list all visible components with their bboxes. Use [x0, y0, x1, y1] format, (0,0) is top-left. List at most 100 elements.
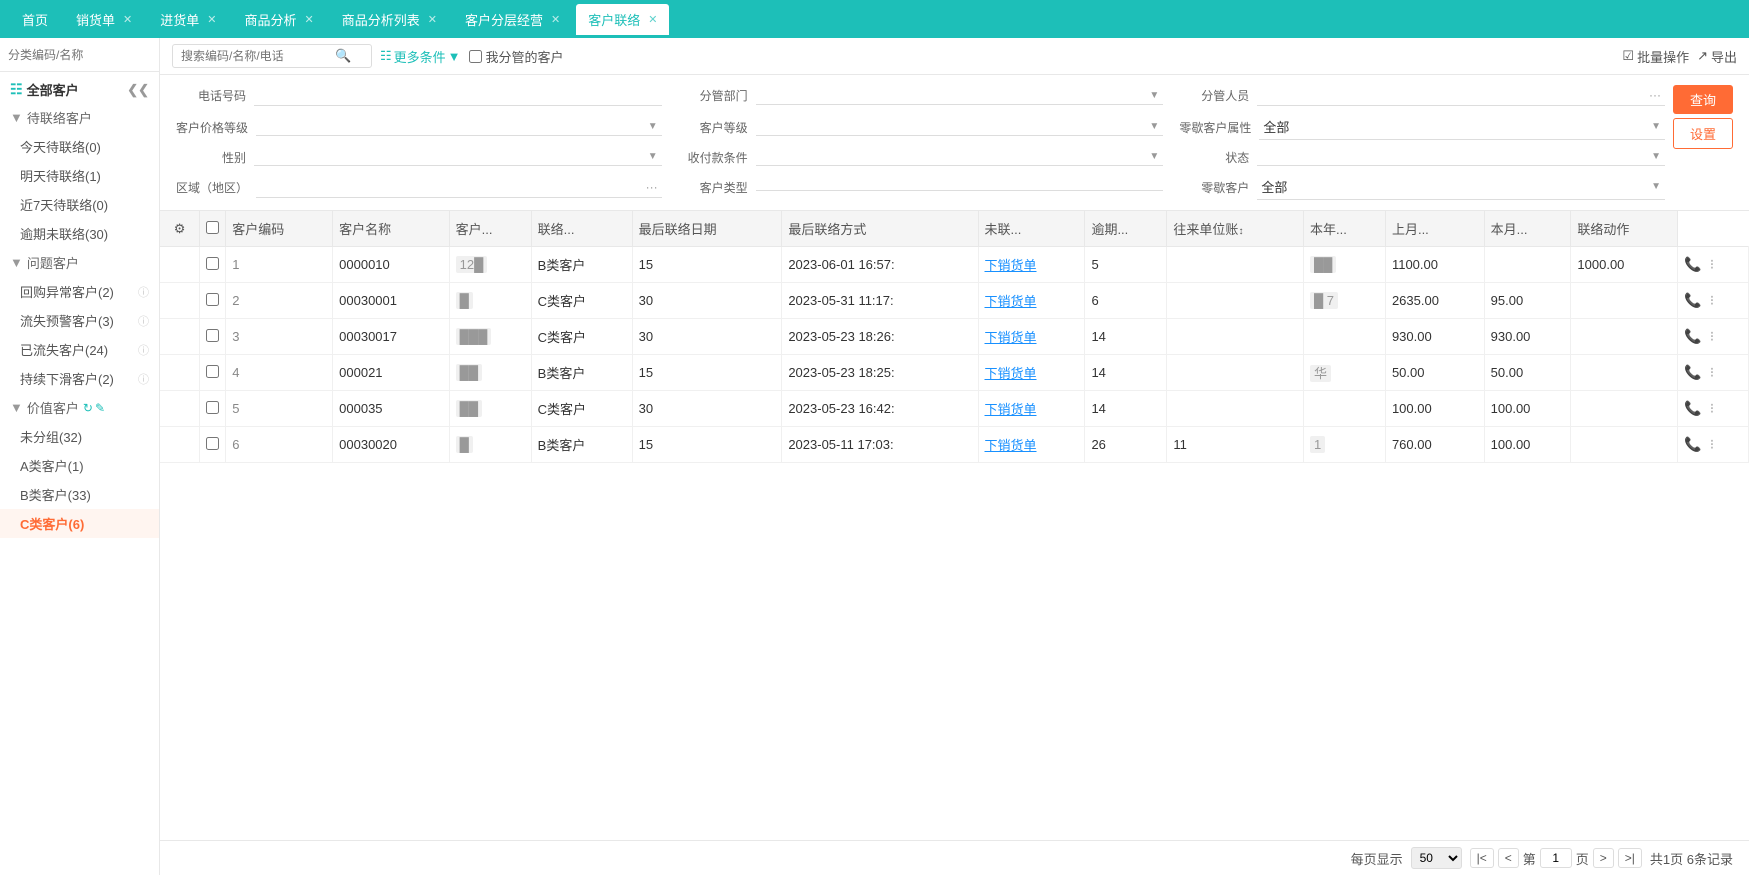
row-unlink-days: 14 — [1085, 319, 1167, 355]
sidebar-item-7days[interactable]: 近7天待联络(0) — [0, 190, 159, 219]
row-check[interactable] — [206, 437, 219, 450]
sidebar-item-overdue[interactable]: 逾期未联络(30) — [0, 219, 159, 248]
call-icon[interactable]: 📞 — [1684, 436, 1701, 453]
call-icon[interactable]: 📞 — [1684, 364, 1701, 381]
nav-tab-customer-contact-close[interactable]: ✕ — [648, 13, 657, 26]
row-last-contact-method[interactable]: 下销货单 — [978, 427, 1085, 463]
row-check[interactable] — [206, 257, 219, 270]
nav-tab-analysis[interactable]: 商品分析 ✕ — [232, 4, 325, 35]
sidebar-search-input[interactable] — [8, 48, 160, 62]
more-icon[interactable]: ⁝ — [1710, 436, 1714, 453]
retail-customer-label: 零歇客户 — [1179, 179, 1249, 196]
select-all-checkbox[interactable] — [206, 221, 219, 234]
sidebar-item-churned[interactable]: 已流失客户(24) ⓘ — [0, 335, 159, 364]
row-check[interactable] — [206, 401, 219, 414]
retail-attr-select[interactable]: 全部 ▼ — [1259, 114, 1665, 140]
export-btn[interactable]: ↗ 导出 — [1697, 47, 1737, 66]
collapse-icon[interactable]: ❮❮ — [127, 82, 149, 98]
nav-tab-customer-layer[interactable]: 客户分层经营 ✕ — [453, 4, 572, 35]
settings-button[interactable]: 设置 — [1673, 118, 1733, 149]
main-search-icon[interactable]: 🔍 — [335, 48, 351, 64]
sidebar-item-a-customers[interactable]: A类客户(1) — [0, 451, 159, 480]
more-icon[interactable]: ⁝ — [1710, 400, 1714, 417]
more-icon[interactable]: ⁝ — [1710, 292, 1714, 309]
retail-customer-select[interactable]: 全部 ▼ — [1257, 174, 1665, 200]
nav-tab-customer-layer-close[interactable]: ✕ — [551, 13, 560, 26]
status-select[interactable]: ▼ — [1257, 148, 1665, 166]
my-customers-check[interactable] — [469, 50, 482, 63]
sidebar-group-problem[interactable]: ▼ 问题客户 — [0, 248, 159, 277]
edit-icon[interactable]: ✎ — [95, 401, 105, 415]
price-level-select[interactable]: ▼ — [256, 118, 662, 136]
main-search-input[interactable] — [181, 49, 331, 63]
retail-customer-chevron: ▼ — [1651, 181, 1661, 192]
row-last-contact-method[interactable]: 下销货单 — [978, 319, 1085, 355]
dept-select[interactable]: ▼ — [756, 87, 1164, 105]
page-size-select[interactable]: 50 100 200 — [1411, 847, 1462, 869]
row-last-contact-date: 2023-05-23 18:25: — [782, 355, 978, 391]
more-icon[interactable]: ⁝ — [1710, 256, 1714, 273]
more-conditions-btn[interactable]: ☷ 更多条件 ▼ — [380, 47, 461, 66]
nav-tab-home[interactable]: 首页 — [10, 4, 60, 35]
nav-tab-purchase[interactable]: 进货单 ✕ — [148, 4, 228, 35]
row-check[interactable] — [206, 365, 219, 378]
row-last-contact-method[interactable]: 下销货单 — [978, 283, 1085, 319]
payment-select[interactable]: ▼ — [756, 148, 1164, 166]
sidebar-item-declining[interactable]: 持续下滑客户(2) ⓘ — [0, 364, 159, 393]
prev-page-btn[interactable]: < — [1498, 848, 1519, 868]
nav-tab-sales-close[interactable]: ✕ — [123, 13, 132, 26]
sidebar-item-abnormal[interactable]: 回购异常客户(2) ⓘ — [0, 277, 159, 306]
row-code: 00030017 — [333, 319, 450, 355]
row-type: C类客户 — [531, 283, 632, 319]
row-name: ██ — [449, 355, 531, 391]
row-check[interactable] — [206, 293, 219, 306]
nav-tab-analysis-close[interactable]: ✕ — [305, 13, 314, 26]
row-unit-account: █ 7 — [1303, 283, 1385, 319]
manager-select[interactable]: ··· — [1257, 85, 1665, 106]
sidebar-item-today[interactable]: 今天待联络(0) — [0, 132, 159, 161]
row-checkbox[interactable] — [200, 427, 226, 463]
my-customers-checkbox[interactable]: 我分管的客户 — [469, 47, 564, 66]
sidebar-group-pending[interactable]: ▼ 待联络客户 — [0, 103, 159, 132]
nav-tab-customer-contact[interactable]: 客户联络 ✕ — [576, 4, 669, 35]
more-icon[interactable]: ⁝ — [1710, 328, 1714, 345]
nav-tab-purchase-close[interactable]: ✕ — [207, 13, 216, 26]
row-checkbox[interactable] — [200, 355, 226, 391]
call-icon[interactable]: 📞 — [1684, 328, 1701, 345]
row-last-contact-method[interactable]: 下销货单 — [978, 355, 1085, 391]
last-page-btn[interactable]: >| — [1618, 848, 1642, 868]
sidebar-item-tomorrow[interactable]: 明天待联络(1) — [0, 161, 159, 190]
row-checkbox[interactable] — [200, 319, 226, 355]
gender-select[interactable]: ▼ — [254, 148, 662, 166]
row-checkbox[interactable] — [200, 247, 226, 283]
call-icon[interactable]: 📞 — [1684, 292, 1701, 309]
query-button[interactable]: 查询 — [1673, 85, 1733, 114]
row-check[interactable] — [206, 329, 219, 342]
call-icon[interactable]: 📞 — [1684, 400, 1701, 417]
page-input[interactable] — [1540, 848, 1572, 868]
row-checkbox[interactable] — [200, 391, 226, 427]
row-last-contact-method[interactable]: 下销货单 — [978, 247, 1085, 283]
nav-tab-analysis-list[interactable]: 商品分析列表 ✕ — [330, 4, 449, 35]
sidebar-item-b-customers[interactable]: B类客户(33) — [0, 480, 159, 509]
sidebar-all-customers[interactable]: ☷ 全部客户 ❮❮ — [0, 72, 159, 103]
batch-op-btn[interactable]: ☑ 批量操作 — [1622, 47, 1689, 66]
next-page-btn[interactable]: > — [1593, 848, 1614, 868]
row-last-contact-method[interactable]: 下销货单 — [978, 391, 1085, 427]
more-icon[interactable]: ⁝ — [1710, 364, 1714, 381]
col-gear[interactable]: ⚙ — [160, 211, 200, 247]
nav-tab-sales[interactable]: 销货单 ✕ — [64, 4, 144, 35]
refresh-icon[interactable]: ↻ — [83, 401, 93, 415]
phone-input[interactable] — [254, 85, 662, 106]
call-icon[interactable]: 📞 — [1684, 256, 1701, 273]
first-page-btn[interactable]: |< — [1470, 848, 1494, 868]
customer-level-select[interactable]: ▼ — [756, 118, 1164, 136]
sidebar-group-value[interactable]: ▼ 价值客户 ↻ ✎ — [0, 393, 159, 422]
region-select[interactable]: ··· — [256, 177, 662, 198]
sidebar-item-c-customers[interactable]: C类客户(6) — [0, 509, 159, 538]
sidebar-item-unclassified[interactable]: 未分组(32) — [0, 422, 159, 451]
row-checkbox[interactable] — [200, 283, 226, 319]
nav-tab-analysis-list-close[interactable]: ✕ — [428, 13, 437, 26]
customer-type-select[interactable] — [756, 184, 1164, 191]
sidebar-item-churn-warning[interactable]: 流失预警客户(3) ⓘ — [0, 306, 159, 335]
